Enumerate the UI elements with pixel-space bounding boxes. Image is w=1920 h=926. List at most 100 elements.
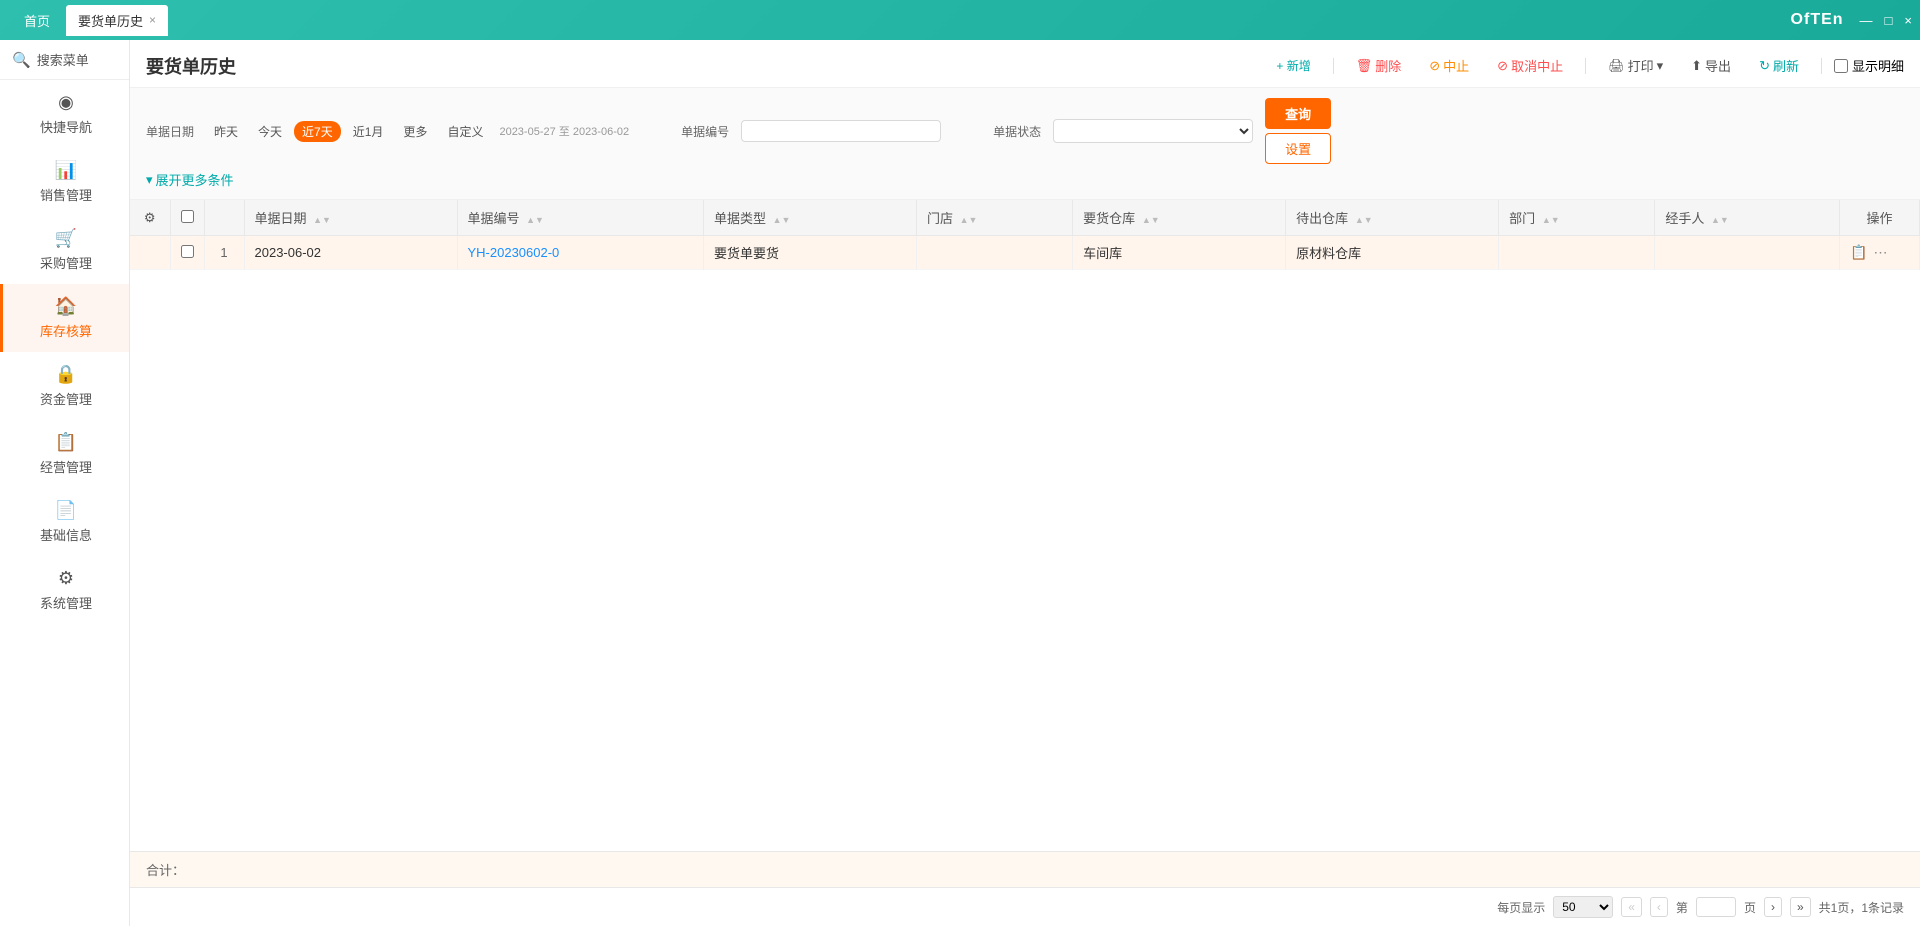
cancel-stop-button[interactable]: ⊘ 取消中止 (1487, 52, 1573, 79)
status-select[interactable] (1053, 119, 1253, 143)
sidebar-item-label: 资金管理 (40, 389, 92, 408)
date-btn-custom[interactable]: 自定义 (439, 121, 491, 142)
date-btn-7days[interactable]: 近7天 (294, 121, 341, 142)
sort-req-wh-icon: ▲▼ (1142, 216, 1160, 225)
td-req-warehouse: 车间库 (1073, 236, 1286, 270)
date-btn-yesterday[interactable]: 昨天 (206, 121, 246, 142)
refresh-button[interactable]: ↻ 刷新 (1749, 52, 1809, 79)
page-title: 要货单历史 (146, 53, 236, 79)
refresh-icon: ↻ (1759, 58, 1770, 74)
sidebar-item-sales-mgmt[interactable]: 📊 销售管理 (0, 148, 129, 216)
date-btn-today[interactable]: 今天 (250, 121, 290, 142)
sort-store-icon: ▲▼ (960, 216, 978, 225)
sidebar-item-finance[interactable]: 🔒 资金管理 (0, 352, 129, 420)
sidebar-item-purchase-mgmt[interactable]: 🛒 采购管理 (0, 216, 129, 284)
sidebar-item-label: 销售管理 (40, 185, 92, 204)
query-button[interactable]: 查询 (1265, 98, 1331, 129)
th-checkbox[interactable] (170, 200, 204, 236)
print-button[interactable]: 🖨 打印 ▾ (1598, 52, 1673, 79)
sidebar-item-label: 采购管理 (40, 253, 92, 272)
date-label: 单据日期 (146, 123, 194, 140)
th-doctype[interactable]: 单据类型 ▲▼ (704, 200, 917, 236)
select-all-checkbox[interactable] (181, 210, 194, 223)
th-dept[interactable]: 部门 ▲▼ (1499, 200, 1655, 236)
skip-last-button[interactable]: » (1790, 897, 1811, 917)
th-docno[interactable]: 单据编号 ▲▼ (457, 200, 704, 236)
settings-button[interactable]: 设置 (1265, 133, 1331, 164)
content-area: 要货单历史 + 新增 🗑 删除 ⊘ 中止 ⊘ 取消中止 🖨 (130, 40, 1920, 926)
th-operation: 操作 (1840, 200, 1920, 236)
minimize-icon[interactable]: — (1860, 13, 1873, 28)
display-detail-checkbox[interactable] (1834, 59, 1848, 73)
td-checkbox[interactable] (170, 236, 204, 270)
sales-icon: 📊 (55, 160, 77, 181)
docno-link[interactable]: YH-20230602-0 (468, 245, 560, 260)
th-num (204, 200, 244, 236)
filter-area: 单据日期 昨天 今天 近7天 近1月 更多 自定义 2023-05-27 至 2… (130, 88, 1920, 200)
tab-active[interactable]: 要货单历史 × (66, 5, 168, 36)
prev-page-button[interactable]: ‹ (1650, 897, 1668, 917)
row-checkbox[interactable] (181, 245, 194, 258)
export-button[interactable]: ⬆ 导出 (1681, 52, 1741, 79)
expand-icon: ▾ (146, 172, 153, 188)
th-handler[interactable]: 经手人 ▲▼ (1655, 200, 1840, 236)
th-req-warehouse[interactable]: 要货仓库 ▲▼ (1073, 200, 1286, 236)
more-icon[interactable]: ⋯ (1873, 244, 1887, 261)
sidebar-item-label: 系统管理 (40, 593, 92, 612)
stop-icon: ⊘ (1429, 58, 1440, 74)
maximize-icon[interactable]: □ (1885, 13, 1893, 28)
td-num: 1 (204, 236, 244, 270)
row-actions: 📋 ⋯ (1850, 244, 1909, 261)
stop-button[interactable]: ⊘ 中止 (1419, 52, 1479, 79)
window-close-icon[interactable]: × (1904, 13, 1912, 28)
th-date[interactable]: 单据日期 ▲▼ (244, 200, 457, 236)
tab-active-label: 要货单历史 (78, 11, 143, 30)
page-input[interactable]: 1 (1696, 897, 1736, 917)
docno-input[interactable] (741, 120, 941, 142)
td-date: 2023-06-02 (244, 236, 457, 270)
sidebar-item-quick-nav[interactable]: ◉ 快捷导航 (0, 80, 129, 148)
footer-summary: 合计： (130, 851, 1920, 887)
delete-icon: 🗑 (1356, 58, 1373, 74)
summary-label: 合计： (146, 863, 185, 878)
th-pending-warehouse[interactable]: 待出仓库 ▲▼ (1286, 200, 1499, 236)
sidebar-item-ops-mgmt[interactable]: 📋 经营管理 (0, 420, 129, 488)
expand-conditions-button[interactable]: ▾ 展开更多条件 (146, 170, 234, 189)
sidebar-item-inventory[interactable]: 🏠 库存核算 (0, 284, 129, 352)
close-icon[interactable]: × (149, 13, 156, 27)
next-page-button[interactable]: › (1764, 897, 1782, 917)
docno-label: 单据编号 (681, 123, 729, 140)
date-range: 2023-05-27 至 2023-06-02 (499, 123, 629, 139)
sidebar-search[interactable]: 🔍 搜索菜单 (0, 40, 129, 80)
sidebar-item-label: 经营管理 (40, 457, 92, 476)
sidebar-item-basic-info[interactable]: 📄 基础信息 (0, 488, 129, 556)
date-btn-more[interactable]: 更多 (395, 121, 435, 142)
sidebar: 🔍 搜索菜单 ◉ 快捷导航 📊 销售管理 🛒 采购管理 🏠 库存核算 🔒 资金管… (0, 40, 130, 926)
th-settings[interactable]: ⚙ (130, 200, 170, 236)
cancel-icon: ⊘ (1497, 58, 1508, 74)
sidebar-search-label: 搜索菜单 (37, 50, 89, 69)
per-page-label: 每页显示 (1497, 899, 1545, 916)
status-label: 单据状态 (993, 123, 1041, 140)
sys-icon: ⚙ (58, 568, 74, 589)
page-header: 要货单历史 + 新增 🗑 删除 ⊘ 中止 ⊘ 取消中止 🖨 (130, 40, 1920, 88)
sidebar-item-sys-mgmt[interactable]: ⚙ 系统管理 (0, 556, 129, 624)
add-button[interactable]: + 新增 (1266, 53, 1320, 78)
header-actions: + 新增 🗑 删除 ⊘ 中止 ⊘ 取消中止 🖨 打印 (1266, 52, 1904, 79)
edit-icon[interactable]: 📋 (1850, 244, 1867, 261)
th-store[interactable]: 门店 ▲▼ (917, 200, 1073, 236)
sidebar-item-label: 库存核算 (40, 321, 92, 340)
page-label-pre: 第 (1676, 899, 1688, 916)
inventory-icon: 🏠 (55, 296, 77, 317)
quick-nav-icon: ◉ (58, 92, 74, 113)
tab-home[interactable]: 首页 (8, 5, 66, 36)
per-page-select[interactable]: 50 100 200 (1553, 896, 1613, 918)
delete-button[interactable]: 🗑 删除 (1346, 52, 1412, 79)
display-detail-toggle[interactable]: 显示明细 (1834, 56, 1904, 75)
skip-first-button[interactable]: « (1621, 897, 1642, 917)
td-store (917, 236, 1073, 270)
date-btn-1month[interactable]: 近1月 (345, 121, 392, 142)
table-header-row: ⚙ 单据日期 ▲▼ 单据编号 ▲▼ 单据类型 ▲▼ (130, 200, 1920, 236)
data-table: ⚙ 单据日期 ▲▼ 单据编号 ▲▼ 单据类型 ▲▼ (130, 200, 1920, 270)
td-docno[interactable]: YH-20230602-0 (457, 236, 704, 270)
